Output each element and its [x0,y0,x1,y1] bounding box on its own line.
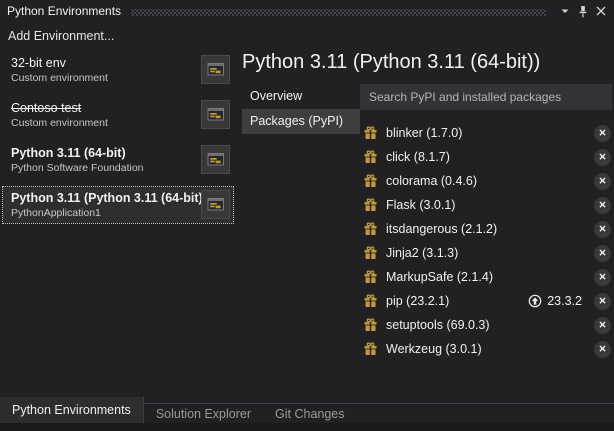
package-icon [364,126,378,140]
environment-detail-panel: Python 3.11 (Python 3.11 (64-bit)) Overv… [236,49,614,361]
environment-detail-heading: Python 3.11 (Python 3.11 (64-bit)) [242,51,614,74]
package-row[interactable]: MarkupSafe (2.1.4) ✕ [360,265,612,289]
package-icon [364,270,378,284]
package-name-version: Flask (3.0.1) [386,198,594,212]
detail-tab-packages-pypi[interactable]: Packages (PyPI) [242,109,360,134]
environment-name: 32-bit env [11,56,195,70]
update-version: 23.3.2 [547,294,582,308]
package-name-version: MarkupSafe (2.1.4) [386,270,594,284]
environment-list-item[interactable]: 32-bit env Custom environment [2,51,234,89]
bottom-strip [0,423,614,431]
bottom-tabs-inactive-group: Solution ExplorerGit Changes [144,403,614,423]
environment-list: 32-bit env Custom environment Contoso te… [0,49,236,231]
add-environment-link[interactable]: Add Environment... [8,29,114,43]
environment-list-item[interactable]: Contoso test Custom environment [2,96,234,134]
package-row[interactable]: setuptools (69.0.3) ✕ [360,313,612,337]
open-interactive-window-button[interactable] [201,100,230,129]
package-name-version: itsdangerous (2.1.2) [386,222,594,236]
package-icon [364,246,378,260]
package-row[interactable]: itsdangerous (2.1.2) ✕ [360,217,612,241]
uninstall-package-button[interactable]: ✕ [594,269,611,286]
close-icon[interactable] [592,2,610,20]
environment-name: Python 3.11 (Python 3.11 (64-bit)) [11,191,195,205]
environment-name: Contoso test [11,101,195,115]
main-content: 32-bit env Custom environment Contoso te… [0,49,614,361]
window-position-icon[interactable] [556,2,574,20]
package-row[interactable]: Jinja2 (3.1.3) ✕ [360,241,612,265]
uninstall-package-button[interactable]: ✕ [594,197,611,214]
package-list: blinker (1.7.0) ✕ click (8.1.7) [360,121,612,361]
package-icon [364,342,378,356]
tool-window-titlebar: Python Environments [0,0,614,22]
interactive-window-icon [207,62,225,77]
package-row[interactable]: click (8.1.7) ✕ [360,145,612,169]
package-name-version: pip (23.2.1) [386,294,528,308]
bottom-tab-solution-explorer[interactable]: Solution Explorer [144,404,263,423]
package-icon [364,318,378,332]
package-name-version: Jinja2 (3.1.3) [386,246,594,260]
update-arrow-icon [528,294,542,308]
uninstall-package-button[interactable]: ✕ [594,293,611,310]
package-icon [364,150,378,164]
environment-description: Python Software Foundation [11,162,195,174]
environment-description: PythonApplication1 [11,207,195,219]
packages-panel: blinker (1.7.0) ✕ click (8.1.7) [360,84,614,361]
open-interactive-window-button[interactable] [201,145,230,174]
search-input[interactable] [360,84,612,110]
interactive-window-icon [207,152,225,167]
environment-list-item[interactable]: Python 3.11 (Python 3.11 (64-bit)) Pytho… [2,186,234,224]
detail-tabs: Overview Packages (PyPI) [242,84,360,134]
package-name-version: click (8.1.7) [386,150,594,164]
package-name-version: colorama (0.4.6) [386,174,594,188]
update-available-badge[interactable]: 23.3.2 [528,294,582,308]
bottom-tab-bar: Python EnvironmentsSolution ExplorerGit … [0,397,614,423]
environment-description: Custom environment [11,117,195,129]
open-interactive-window-button[interactable] [201,55,230,84]
uninstall-package-button[interactable]: ✕ [594,221,611,238]
uninstall-package-button[interactable]: ✕ [594,173,611,190]
tool-window-title: Python Environments [7,4,121,18]
environment-description: Custom environment [11,72,195,84]
package-icon [364,222,378,236]
uninstall-package-button[interactable]: ✕ [594,341,611,358]
package-row[interactable]: pip (23.2.1) 23.3.2 ✕ [360,289,612,313]
interactive-window-icon [207,197,225,212]
package-icon [364,294,378,308]
titlebar-drag-grip[interactable] [131,9,546,16]
package-row[interactable]: Flask (3.0.1) ✕ [360,193,612,217]
python-environments-tool-window: Python Environments Add Environment... 3… [0,0,614,431]
package-icon [364,198,378,212]
package-name-version: setuptools (69.0.3) [386,318,594,332]
uninstall-package-button[interactable]: ✕ [594,245,611,262]
package-row[interactable]: Werkzeug (3.0.1) ✕ [360,337,612,361]
package-row[interactable]: blinker (1.7.0) ✕ [360,121,612,145]
bottom-tab-git-changes[interactable]: Git Changes [263,404,356,423]
package-icon [364,174,378,188]
uninstall-package-button[interactable]: ✕ [594,125,611,142]
package-row[interactable]: colorama (0.4.6) ✕ [360,169,612,193]
uninstall-package-button[interactable]: ✕ [594,317,611,334]
uninstall-package-button[interactable]: ✕ [594,149,611,166]
package-name-version: Werkzeug (3.0.1) [386,342,594,356]
bottom-tab-python-environments[interactable]: Python Environments [0,397,144,423]
environment-list-item[interactable]: Python 3.11 (64-bit) Python Software Fou… [2,141,234,179]
interactive-window-icon [207,107,225,122]
open-interactive-window-button[interactable] [201,190,230,219]
pin-icon[interactable] [574,2,592,20]
environment-name: Python 3.11 (64-bit) [11,146,195,160]
detail-tab-overview[interactable]: Overview [242,84,360,109]
package-name-version: blinker (1.7.0) [386,126,594,140]
